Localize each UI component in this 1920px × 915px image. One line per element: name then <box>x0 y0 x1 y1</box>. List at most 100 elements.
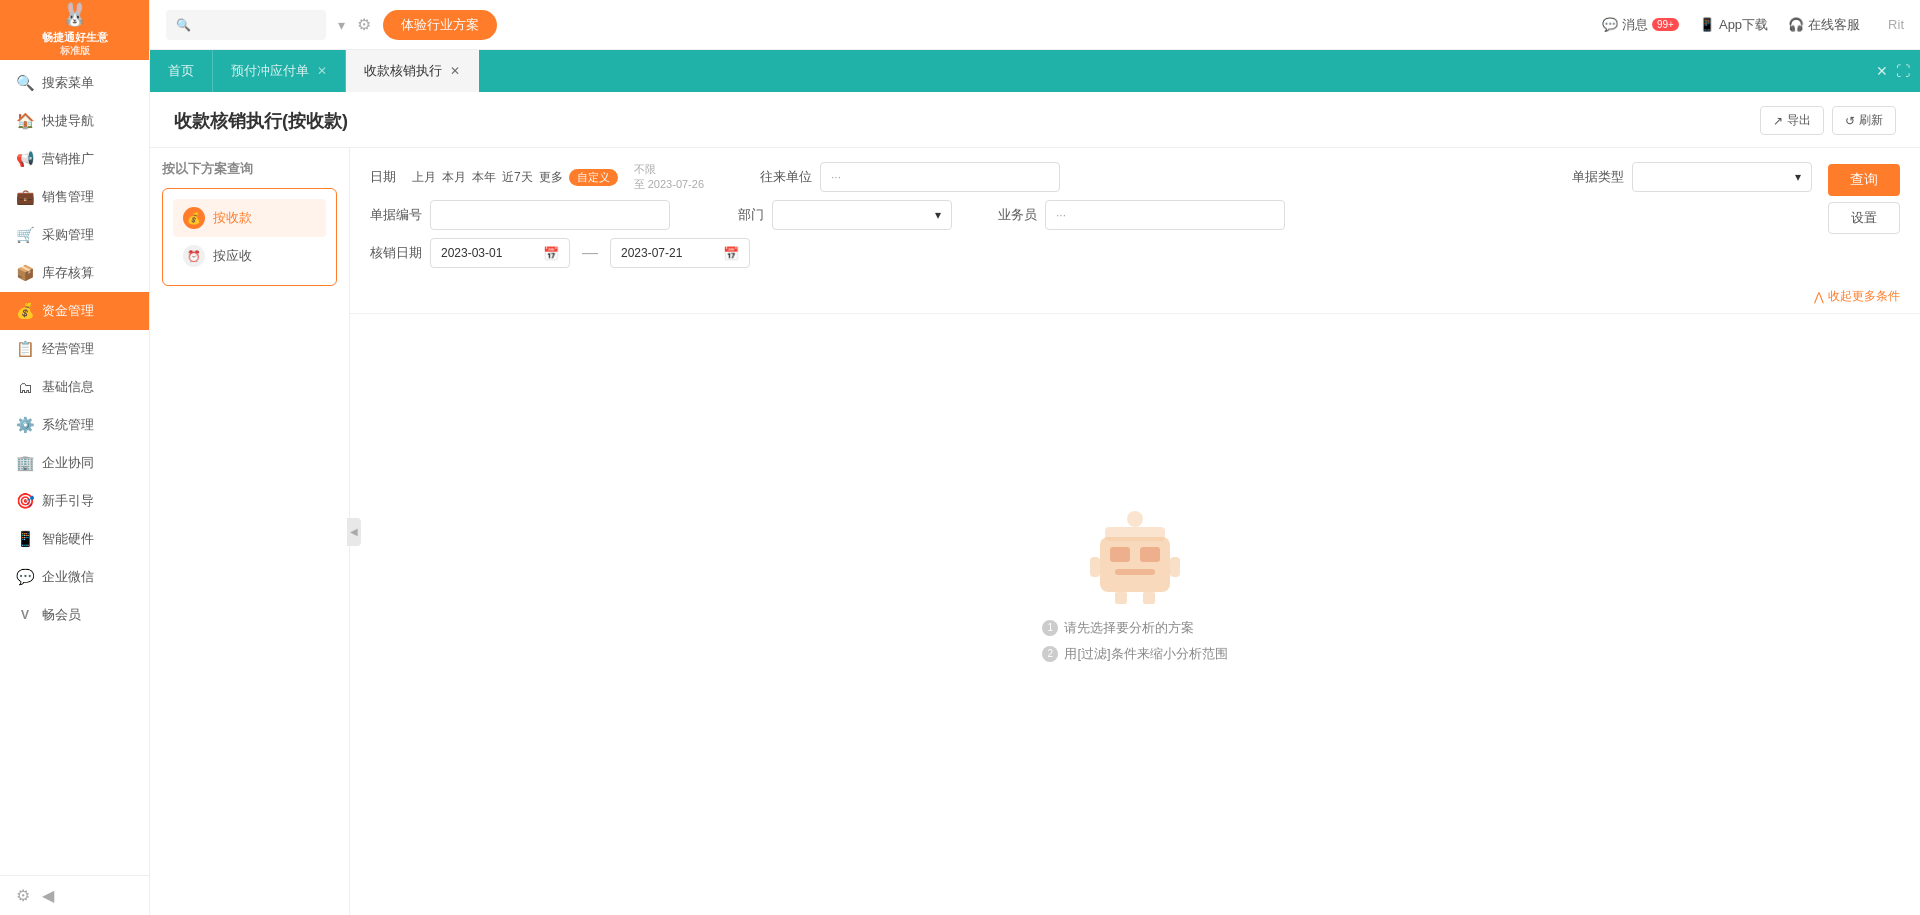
svg-rect-3 <box>1115 569 1155 575</box>
refresh-button[interactable]: ↺ 刷新 <box>1832 106 1896 135</box>
member-icon: V <box>16 608 34 622</box>
date-last-month[interactable]: 上月 <box>412 169 436 186</box>
doc-type-select[interactable]: ▾ <box>1632 162 1812 192</box>
user-name[interactable]: Rit <box>1888 17 1904 32</box>
tabbar: 首页 预付冲应付单 ✕ 收款核销执行 ✕ ✕ ⛶ <box>150 50 1920 92</box>
verify-date-end[interactable]: 2023-07-21 📅 <box>610 238 750 268</box>
date-7days[interactable]: 近7天 <box>502 169 533 186</box>
date-this-year[interactable]: 本年 <box>472 169 496 186</box>
counterpart-group: 往来单位 ··· <box>760 162 1526 192</box>
filter-panel: 按以下方案查询 💰 按收款 ⏰ 按应收 ◀ <box>150 148 350 915</box>
filter-collapse-btn[interactable]: ◀ <box>347 518 361 546</box>
doc-type-chevron: ▾ <box>1795 170 1801 184</box>
sidebar-item-sales[interactable]: 💼 销售管理 <box>0 178 149 216</box>
tab-prepayment-close-icon[interactable]: ✕ <box>317 64 327 78</box>
doc-number-input[interactable] <box>430 200 670 230</box>
date-quick-links: 上月 本月 本年 近7天 更多 自定义 <box>412 169 618 186</box>
sidebar-item-inventory[interactable]: 📦 库存核算 <box>0 254 149 292</box>
sidebar-menu: 🔍 搜索菜单 🏠 快捷导航 📢 营销推广 💼 销售管理 🛒 采购管理 📦 库存核… <box>0 60 149 875</box>
sidebar-item-member[interactable]: V 畅会员 <box>0 596 149 634</box>
sidebar-item-quick-nav[interactable]: 🏠 快捷导航 <box>0 102 149 140</box>
query-button[interactable]: 查询 <box>1828 164 1900 196</box>
tab-prepayment-label: 预付冲应付单 <box>231 62 309 80</box>
date-unlimited-text: 不限 <box>634 162 704 177</box>
empty-illustration <box>1080 507 1190 607</box>
filter-by-receipt[interactable]: 💰 按收款 <box>173 199 326 237</box>
app-download-link[interactable]: 📱 App下载 <box>1699 16 1768 34</box>
dept-select[interactable]: ▾ <box>772 200 952 230</box>
sidebar-label-operation: 经营管理 <box>42 340 94 358</box>
sidebar-item-operation[interactable]: 📋 经营管理 <box>0 330 149 368</box>
svg-rect-2 <box>1140 547 1160 562</box>
sidebar-item-search-menu[interactable]: 🔍 搜索菜单 <box>0 64 149 102</box>
counterpart-label: 往来单位 <box>760 168 812 186</box>
purchase-icon: 🛒 <box>16 226 34 244</box>
filter-row-2: 单据编号 部门 ▾ <box>370 200 1812 230</box>
date-this-month[interactable]: 本月 <box>442 169 466 186</box>
topbar-search[interactable]: 🔍 <box>166 10 326 40</box>
sidebar-item-enterprise[interactable]: 🏢 企业协同 <box>0 444 149 482</box>
sidebar-bottom: ⚙ ◀ <box>0 875 149 915</box>
sidebar-item-wechat[interactable]: 💬 企业微信 <box>0 558 149 596</box>
verify-start-text: 2023-03-01 <box>441 246 502 260</box>
tab-close-all-icon[interactable]: ✕ <box>1876 63 1888 79</box>
tab-prepayment[interactable]: 预付冲应付单 ✕ <box>213 50 346 92</box>
service-icon: 🎧 <box>1788 17 1804 32</box>
collapse-label: 收起更多条件 <box>1828 288 1900 305</box>
svg-rect-1 <box>1110 547 1130 562</box>
sidebar-label-guide: 新手引导 <box>42 492 94 510</box>
topbar-dropdown-icon[interactable]: ▾ <box>338 17 345 33</box>
filter-receivable-label: 按应收 <box>213 247 252 265</box>
logo-text: 畅捷通好生意 <box>42 30 108 44</box>
doc-number-group: 单据编号 <box>370 200 670 230</box>
topbar-gear-icon[interactable]: ⚙ <box>357 15 371 34</box>
tab-collection-close-icon[interactable]: ✕ <box>450 64 460 78</box>
setting-button[interactable]: 设置 <box>1828 202 1900 234</box>
sidebar-collapse-icon[interactable]: ◀ <box>42 886 54 905</box>
enterprise-icon: 🏢 <box>16 454 34 472</box>
verify-date-start[interactable]: 2023-03-01 📅 <box>430 238 570 268</box>
finance-icon: 💰 <box>16 302 34 320</box>
date-row: 日期 上月 本月 本年 近7天 更多 自定义 <box>370 162 1812 192</box>
main-area: 🔍 ▾ ⚙ 体验行业方案 💬 消息 99+ 📱 App下载 🎧 在线客服 Rit <box>150 0 1920 915</box>
sidebar-item-guide[interactable]: 🎯 新手引导 <box>0 482 149 520</box>
date-custom-tag[interactable]: 自定义 <box>569 169 618 186</box>
filter-row-1: 日期 上月 本月 本年 近7天 更多 自定义 <box>370 162 1900 276</box>
sidebar-item-finance[interactable]: 💰 资金管理 <box>0 292 149 330</box>
tab-expand-icon[interactable]: ⛶ <box>1896 63 1910 79</box>
tip-num-2: 2 <box>1042 646 1058 662</box>
sidebar-item-base[interactable]: 🗂 基础信息 <box>0 368 149 406</box>
sidebar-item-hardware[interactable]: 📱 智能硬件 <box>0 520 149 558</box>
filter-area: 日期 上月 本月 本年 近7天 更多 自定义 <box>350 148 1920 314</box>
doc-type-group: 单据类型 ▾ <box>1572 162 1812 192</box>
verify-date-label: 核销日期 <box>370 244 422 262</box>
sidebar-label-wechat: 企业微信 <box>42 568 94 586</box>
settings-icon[interactable]: ⚙ <box>16 886 30 905</box>
date-separator: — <box>582 244 598 262</box>
msg-label: 消息 <box>1622 16 1648 34</box>
refresh-icon: ↺ <box>1845 114 1855 128</box>
sidebar-label-inventory: 库存核算 <box>42 264 94 282</box>
sidebar-item-marketing[interactable]: 📢 营销推广 <box>0 140 149 178</box>
solution-button[interactable]: 体验行业方案 <box>383 10 497 40</box>
sidebar-item-purchase[interactable]: 🛒 采购管理 <box>0 216 149 254</box>
svg-rect-6 <box>1115 592 1127 604</box>
filter-by-receivable[interactable]: ⏰ 按应收 <box>173 237 326 275</box>
date-more[interactable]: 更多 <box>539 169 563 186</box>
tab-collection[interactable]: 收款核销执行 ✕ <box>346 50 479 92</box>
message-icon[interactable]: 💬 消息 99+ <box>1602 16 1679 34</box>
tab-collection-label: 收款核销执行 <box>364 62 442 80</box>
staff-label: 业务员 <box>998 206 1037 224</box>
content-area: 收款核销执行(按收款) ↗ 导出 ↺ 刷新 按以下方案查询 <box>150 92 1920 915</box>
tip-num-1: 1 <box>1042 620 1058 636</box>
sidebar-item-system[interactable]: ⚙️ 系统管理 <box>0 406 149 444</box>
staff-group: 业务员 ··· <box>998 200 1285 230</box>
counterpart-input[interactable]: ··· <box>820 162 1060 192</box>
tab-home[interactable]: 首页 <box>150 50 213 92</box>
sidebar-label-marketing: 营销推广 <box>42 150 94 168</box>
staff-input[interactable]: ··· <box>1045 200 1285 230</box>
export-button[interactable]: ↗ 导出 <box>1760 106 1824 135</box>
collapse-more-btn[interactable]: ⋀ 收起更多条件 <box>370 288 1900 305</box>
online-service-link[interactable]: 🎧 在线客服 <box>1788 16 1860 34</box>
filter-row-1-left: 日期 上月 本月 本年 近7天 更多 自定义 <box>370 162 1812 276</box>
